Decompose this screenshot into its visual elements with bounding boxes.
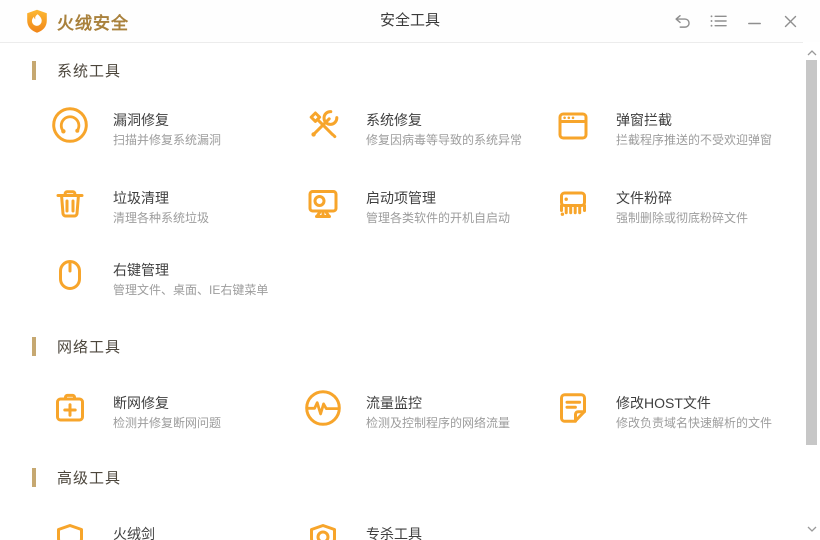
close-icon <box>784 15 796 27</box>
tool-title: 启动项管理 <box>366 190 436 206</box>
scroll-up-button[interactable] <box>803 46 820 60</box>
tool-item-network-fix[interactable]: 断网修复 检测并修复断网问题 <box>50 388 292 436</box>
tool-title: 弹窗拦截 <box>616 112 672 128</box>
tool-item-trash-clean[interactable]: 垃圾清理 清理各种系统垃圾 <box>50 183 292 231</box>
scroll-down-button[interactable] <box>803 522 820 536</box>
huorong-sword-icon <box>50 519 90 540</box>
special-killer-icon <box>303 519 343 540</box>
section-accent-bar <box>32 467 36 487</box>
back-button[interactable] <box>664 0 700 42</box>
tool-item-popup-block[interactable]: 弹窗拦截 拦截程序推送的不受欢迎弹窗 <box>553 105 795 153</box>
startup-manager-icon <box>303 183 343 223</box>
popup-block-icon <box>553 105 593 145</box>
tool-desc: 管理文件、桌面、IE右键菜单 <box>113 283 269 297</box>
section-header-system-tools: 系统工具 <box>32 60 121 80</box>
tool-title: 流量监控 <box>366 395 422 411</box>
system-repair-icon <box>303 105 343 145</box>
tool-desc: 修复因病毒等导致的系统异常 <box>366 133 523 147</box>
chevron-down-icon <box>807 526 816 532</box>
titlebar: 火绒安全 安全工具 <box>0 0 820 43</box>
tool-item-startup-manager[interactable]: 启动项管理 管理各类软件的开机自启动 <box>303 183 545 231</box>
scrollbar[interactable] <box>803 42 820 540</box>
tool-item-file-shredder[interactable]: 文件粉碎 强制删除或彻底粉碎文件 <box>553 183 795 231</box>
host-file-icon <box>553 388 593 428</box>
tool-item-system-repair[interactable]: 系统修复 修复因病毒等导致的系统异常 <box>303 105 545 153</box>
minimize-button[interactable] <box>736 0 772 42</box>
network-fix-icon <box>50 388 90 428</box>
tool-desc: 强制删除或彻底粉碎文件 <box>616 211 749 225</box>
context-menu-icon <box>50 255 90 295</box>
tool-desc: 清理各种系统垃圾 <box>113 211 210 225</box>
trash-clean-icon <box>50 183 90 223</box>
tool-desc: 修改负责域名快速解析的文件 <box>616 416 773 430</box>
vulnerability-fix-icon <box>50 105 90 145</box>
window-controls <box>664 0 808 42</box>
tool-title: 右键管理 <box>113 262 169 278</box>
tool-desc: 拦截程序推送的不受欢迎弹窗 <box>616 133 773 147</box>
tool-title: 系统修复 <box>366 112 422 128</box>
tool-title: 漏洞修复 <box>113 112 169 128</box>
menu-button[interactable] <box>700 0 736 42</box>
section-header-network-tools: 网络工具 <box>32 336 121 356</box>
section-accent-bar <box>32 336 36 356</box>
tool-desc: 管理各类软件的开机自启动 <box>366 211 511 225</box>
tool-title: 专杀工具 <box>366 526 422 540</box>
tool-title: 火绒剑 <box>113 526 155 540</box>
tool-title: 断网修复 <box>113 395 169 411</box>
tool-title: 修改HOST文件 <box>616 395 711 411</box>
huorong-security-tools-window: 火绒安全 安全工具 系统工具 漏洞修复 扫描并修复系统漏洞 系统修复 修复因病毒… <box>0 0 820 540</box>
tool-item-host-file[interactable]: 修改HOST文件 修改负责域名快速解析的文件 <box>553 388 795 436</box>
section-title: 网络工具 <box>57 338 122 356</box>
section-title: 系统工具 <box>57 62 122 80</box>
tool-item-huorong-sword[interactable]: 火绒剑 <box>50 519 292 540</box>
scrollbar-thumb[interactable] <box>806 60 817 445</box>
section-accent-bar <box>32 60 36 80</box>
traffic-monitor-icon <box>303 388 343 428</box>
tool-desc: 扫描并修复系统漏洞 <box>113 133 222 147</box>
tool-title: 垃圾清理 <box>113 190 169 206</box>
tool-item-vulnerability-fix[interactable]: 漏洞修复 扫描并修复系统漏洞 <box>50 105 292 153</box>
file-shredder-icon <box>553 183 593 223</box>
tool-item-special-killer[interactable]: 专杀工具 <box>303 519 545 540</box>
menu-list-icon <box>710 15 727 27</box>
back-icon <box>674 14 690 28</box>
section-title: 高级工具 <box>57 469 122 487</box>
section-header-advanced-tools: 高级工具 <box>32 467 121 487</box>
tool-title: 文件粉碎 <box>616 190 672 206</box>
chevron-up-icon <box>807 50 816 56</box>
tool-desc: 检测并修复断网问题 <box>113 416 222 430</box>
minimize-icon <box>747 22 761 25</box>
tool-item-traffic-monitor[interactable]: 流量监控 检测及控制程序的网络流量 <box>303 388 545 436</box>
tool-desc: 检测及控制程序的网络流量 <box>366 416 511 430</box>
tool-item-context-menu[interactable]: 右键管理 管理文件、桌面、IE右键菜单 <box>50 255 292 303</box>
close-button[interactable] <box>772 0 808 42</box>
